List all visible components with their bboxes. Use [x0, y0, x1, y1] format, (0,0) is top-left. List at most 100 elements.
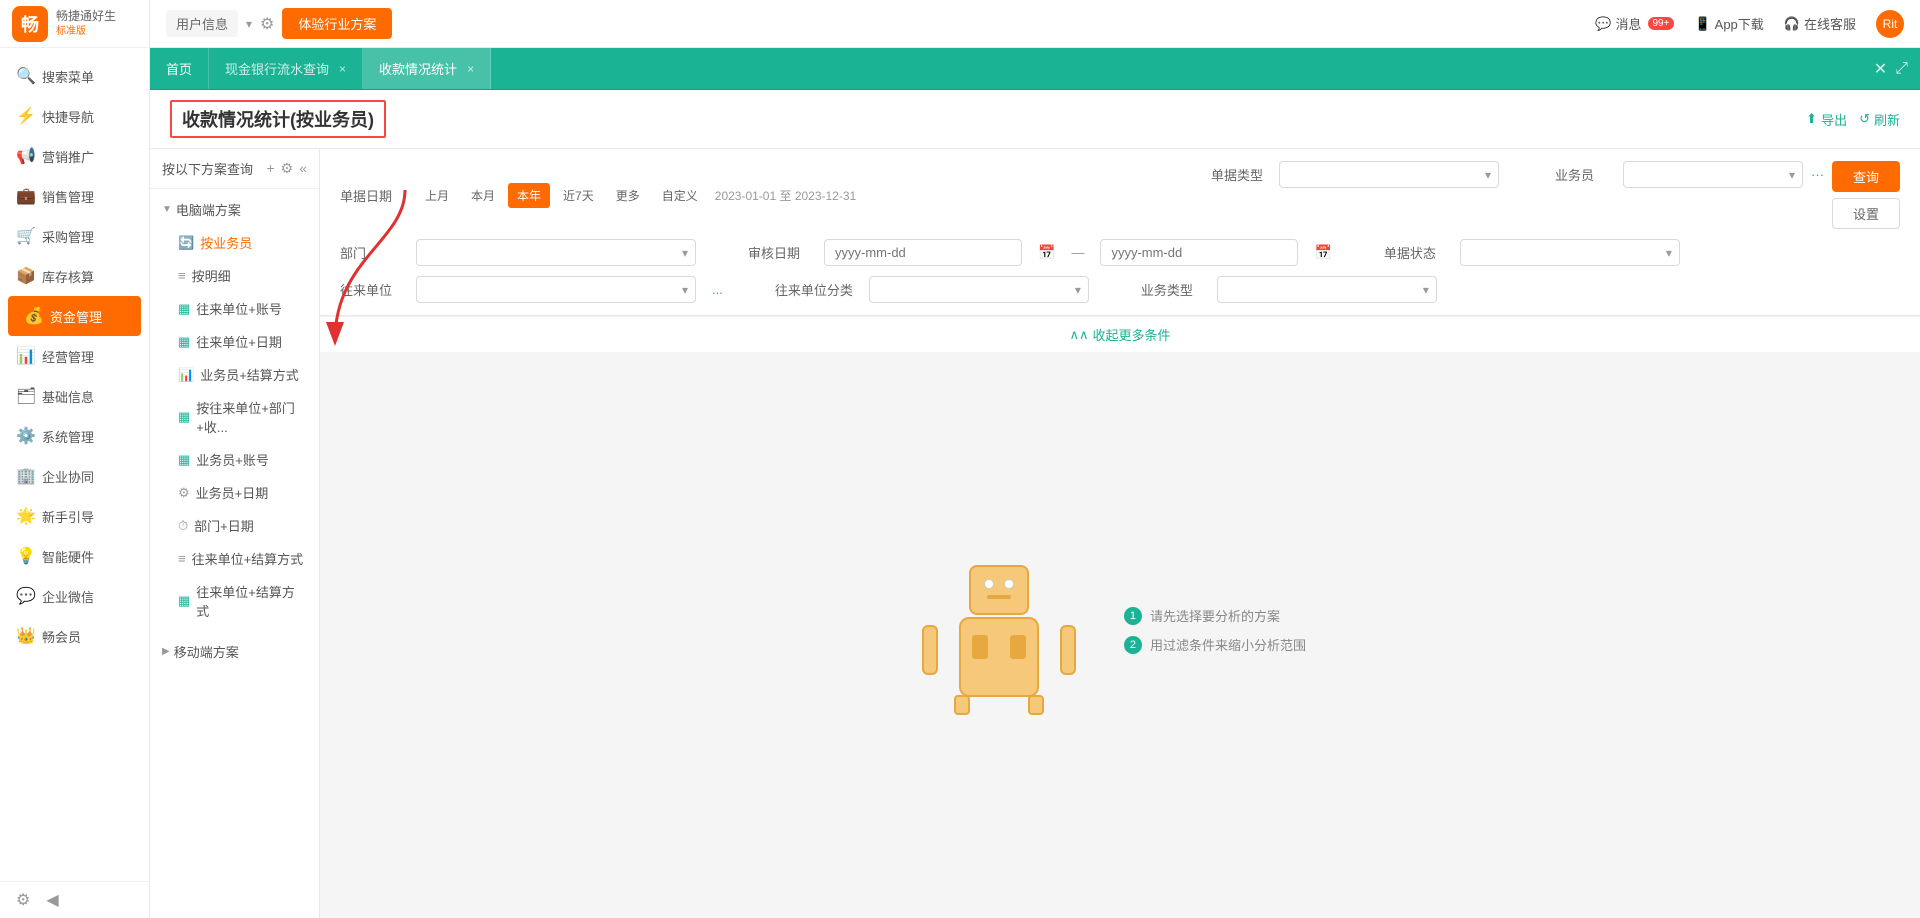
- sidebar-item-smart-hw[interactable]: 💡 智能硬件: [0, 536, 149, 576]
- tree-child-dept-date[interactable]: ⏱ 部门+日期: [150, 509, 319, 542]
- online-service-action[interactable]: 🎧 在线客服: [1784, 14, 1856, 33]
- tree-child-partner-dept-collect[interactable]: ▦ 按往来单位+部门+收...: [150, 391, 319, 443]
- right-panel: 单据日期 上月 本月 本年 近7天 更多 自定义 2023-01-01 至 20…: [320, 149, 1920, 918]
- review-date-end-calendar[interactable]: 📅: [1314, 244, 1331, 261]
- sidebar-item-sales[interactable]: 💼 销售管理: [0, 176, 149, 216]
- tree-child-partner-date[interactable]: ▦ 往来单位+日期: [150, 325, 319, 358]
- salesperson-select[interactable]: [1623, 161, 1803, 188]
- date-tab-more[interactable]: 更多: [607, 183, 649, 208]
- tree-arrow-pc: ▼: [162, 204, 172, 215]
- add-scheme-button[interactable]: +: [266, 160, 274, 177]
- date-dash: —: [1071, 245, 1084, 260]
- dept-select[interactable]: [416, 239, 696, 266]
- review-date-end[interactable]: [1100, 239, 1298, 266]
- guide-icon: 🌟: [16, 506, 34, 526]
- left-panel-header: 按以下方案查询 + ⚙ «: [150, 149, 319, 189]
- review-date-label: 审核日期: [748, 243, 808, 262]
- date-tab-7days[interactable]: 近7天: [554, 183, 603, 208]
- partner-category-select[interactable]: [869, 276, 1089, 303]
- sidebar-item-guide[interactable]: 🌟 新手引导: [0, 496, 149, 536]
- tab-bank-flow-close[interactable]: ×: [339, 62, 346, 76]
- filter-section: 单据日期 上月 本月 本年 近7天 更多 自定义 2023-01-01 至 20…: [320, 149, 1920, 316]
- tab-collection-stats[interactable]: 收款情况统计 ×: [363, 48, 491, 89]
- tree-child-salesperson-date[interactable]: ⚙ 业务员+日期: [150, 476, 319, 509]
- tab-close-all-icon[interactable]: ✕: [1874, 59, 1887, 79]
- tree-parent-pc[interactable]: ▼ 电脑端方案: [150, 193, 319, 226]
- sidebar-item-purchase[interactable]: 🛒 采购管理: [0, 216, 149, 256]
- sidebar-item-vip[interactable]: 👑 畅会员: [0, 616, 149, 656]
- tree-child-partner-settle1[interactable]: ≡ 往来单位+结算方式: [150, 542, 319, 575]
- date-tab-this-month[interactable]: 本月: [462, 183, 504, 208]
- sidebar-item-finance[interactable]: 💰 资金管理: [8, 296, 141, 336]
- tab-bank-flow[interactable]: 现金银行流水查询 ×: [209, 48, 363, 89]
- header-gear-icon[interactable]: ⚙: [260, 14, 274, 34]
- panel-collapse-icon[interactable]: «: [299, 160, 307, 177]
- date-tab-this-year[interactable]: 本年: [508, 183, 550, 208]
- partner-date-icon: ▦: [178, 334, 190, 350]
- top-header: 用户信息 ▾ ⚙ 体验行业方案 💬 消息 99+ 📱 App下载 🎧 在线客服 …: [150, 0, 1920, 48]
- partner-select[interactable]: [416, 276, 696, 303]
- message-action[interactable]: 💬 消息 99+: [1595, 14, 1674, 33]
- biz-type-select[interactable]: [1217, 276, 1437, 303]
- sidebar-item-marketing[interactable]: 📢 营销推广: [0, 136, 149, 176]
- collapse-more-btn[interactable]: ∧∧ 收起更多条件: [320, 316, 1920, 352]
- review-date-start-calendar[interactable]: 📅: [1038, 244, 1055, 261]
- date-label: 单据日期: [340, 186, 400, 205]
- sidebar-item-quick-nav[interactable]: ⚡ 快捷导航: [0, 96, 149, 136]
- robot-body: [959, 617, 1039, 697]
- settings-button[interactable]: 设置: [1832, 198, 1900, 229]
- empty-step-1: 1 请先选择要分析的方案: [1124, 606, 1306, 625]
- salesperson-date-icon: ⚙: [178, 485, 190, 501]
- sidebar-item-system[interactable]: ⚙️ 系统管理: [0, 416, 149, 456]
- tab-maximize-icon[interactable]: ⤢: [1895, 60, 1908, 78]
- tree-child-by-detail[interactable]: ≡ 按明细: [150, 259, 319, 292]
- sidebar-item-baseinfo[interactable]: 🗂 基础信息: [0, 376, 149, 416]
- logo-area: 畅 畅捷通好生 标准版: [0, 0, 149, 48]
- filter-row-partner: 往来单位 ... 往来单位分类 业务类型: [340, 276, 1900, 303]
- export-button[interactable]: ⬆ 导出: [1806, 110, 1847, 129]
- tab-home[interactable]: 首页: [150, 48, 209, 89]
- partner-dept-icon: ▦: [178, 409, 190, 425]
- app-download-action[interactable]: 📱 App下载: [1694, 14, 1763, 33]
- robot-detail-1: [972, 635, 988, 659]
- robot-mouth: [987, 595, 1011, 599]
- message-icon: 💬: [1595, 16, 1611, 32]
- sidebar-item-operations[interactable]: 📊 经营管理: [0, 336, 149, 376]
- sidebar-collapse-icon[interactable]: ◀: [46, 890, 58, 910]
- tree-parent-mobile[interactable]: ▶ 移动端方案: [150, 635, 319, 668]
- date-tab-custom[interactable]: 自定义: [653, 183, 707, 208]
- refresh-button[interactable]: ↺ 刷新: [1859, 110, 1900, 129]
- scheme-settings-icon[interactable]: ⚙: [281, 160, 294, 177]
- sidebar-item-enterprise[interactable]: 🏢 企业协同: [0, 456, 149, 496]
- date-tab-last-month[interactable]: 上月: [416, 183, 458, 208]
- user-info: 用户信息: [166, 10, 238, 37]
- message-badge: 99+: [1648, 17, 1675, 30]
- tab-collection-stats-close[interactable]: ×: [467, 62, 474, 76]
- doc-type-select[interactable]: [1279, 161, 1499, 188]
- tree-child-partner-settle2[interactable]: ▦ 往来单位+结算方式: [150, 575, 319, 627]
- doc-status-select[interactable]: [1460, 239, 1680, 266]
- step-num-2: 2: [1124, 636, 1142, 654]
- wechat-icon: 💬: [16, 586, 34, 606]
- doc-status-label: 单据状态: [1384, 243, 1444, 262]
- baseinfo-icon: 🗂: [16, 386, 34, 406]
- robot-body-details: [961, 619, 1037, 659]
- tree-child-salesperson-settle[interactable]: 📊 业务员+结算方式: [150, 358, 319, 391]
- sidebar-item-search-menu[interactable]: 🔍 搜索菜单: [0, 56, 149, 96]
- robot-eye-left: [984, 579, 994, 589]
- tree-child-salesperson-account[interactable]: ▦ 业务员+账号: [150, 443, 319, 476]
- user-avatar[interactable]: Rit: [1876, 10, 1904, 38]
- query-button[interactable]: 查询: [1832, 161, 1900, 192]
- sidebar-item-inventory[interactable]: 📦 库存核算: [0, 256, 149, 296]
- partner-more-button[interactable]: ...: [712, 282, 723, 297]
- tree-child-by-salesperson[interactable]: 🔄 按业务员: [150, 226, 319, 259]
- sidebar-item-wechat[interactable]: 💬 企业微信: [0, 576, 149, 616]
- filter-right-actions: 单据类型 业务员 ···: [1211, 161, 1900, 229]
- sidebar-settings-icon[interactable]: ⚙: [16, 890, 30, 910]
- vip-icon: 👑: [16, 626, 34, 646]
- header-dropdown-arrow[interactable]: ▾: [246, 17, 252, 31]
- review-date-start[interactable]: [824, 239, 1022, 266]
- trial-button[interactable]: 体验行业方案: [282, 8, 392, 39]
- tree-child-partner-account[interactable]: ▦ 往来单位+账号: [150, 292, 319, 325]
- salesperson-more-btn[interactable]: ···: [1811, 167, 1824, 182]
